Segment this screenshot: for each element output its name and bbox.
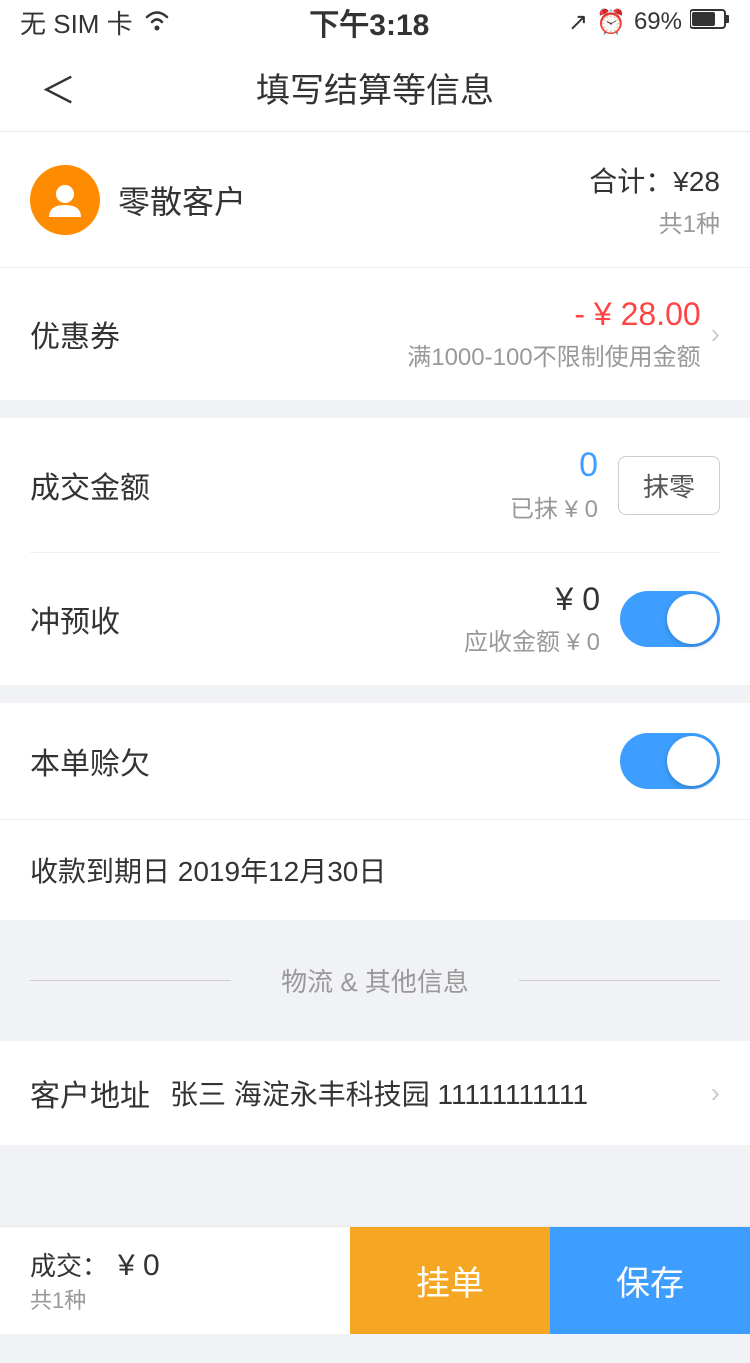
address-value: 张三 海淀永丰科技园 11111111111 bbox=[170, 1073, 711, 1113]
credit-toggle[interactable] bbox=[620, 733, 720, 789]
due-date-text: 收款到期日 2019年12月30日 bbox=[30, 856, 386, 887]
transaction-row: 成交金额 0 已抹 ¥ 0 抹零 bbox=[30, 418, 720, 553]
transaction-value-group: 0 已抹 ¥ 0 bbox=[510, 446, 598, 524]
coupon-row[interactable]: 优惠券 - ¥ 28.00 满1000-100不限制使用金额 › bbox=[0, 267, 750, 400]
coupon-chevron-icon: › bbox=[711, 318, 720, 350]
status-left: 无 SIM 卡 bbox=[20, 4, 171, 41]
hold-button[interactable]: 挂单 bbox=[350, 1227, 550, 1334]
footer-info: 成交： ¥ 0 共1种 bbox=[0, 1227, 350, 1334]
battery-icon bbox=[690, 8, 730, 37]
prepay-toggle[interactable] bbox=[620, 591, 720, 647]
nav-bar: ＜ 填写结算等信息 bbox=[0, 44, 750, 132]
credit-label: 本单赊欠 bbox=[30, 739, 150, 783]
coupon-right: - ¥ 28.00 满1000-100不限制使用金额 › bbox=[407, 296, 720, 372]
address-chevron-icon: › bbox=[711, 1077, 720, 1109]
no-sim-text: 无 SIM 卡 bbox=[20, 4, 133, 41]
amount-section: 成交金额 0 已抹 ¥ 0 抹零 冲预收 ¥ 0 应收金额 ¥ 0 bbox=[0, 418, 750, 685]
coupon-discount: - ¥ 28.00 bbox=[407, 296, 700, 333]
address-label: 客户地址 bbox=[30, 1071, 150, 1115]
transaction-label: 成交金额 bbox=[30, 463, 150, 507]
wifi-icon bbox=[143, 7, 171, 38]
prepay-toggle-knob bbox=[667, 594, 717, 644]
customer-name: 零散客户 bbox=[118, 177, 246, 223]
back-button[interactable]: ＜ bbox=[30, 52, 86, 124]
address-section: 客户地址 张三 海淀永丰科技园 11111111111 › bbox=[0, 1041, 750, 1145]
footer-amount: ¥ 0 bbox=[118, 1249, 160, 1283]
status-right: ↗ ⏰ 69% bbox=[568, 8, 730, 37]
round-button[interactable]: 抹零 bbox=[618, 456, 720, 515]
logistics-section: 物流 & 其他信息 bbox=[0, 938, 750, 1023]
customer-total: 合计：¥28 bbox=[589, 160, 720, 200]
customer-right: 合计：¥28 共1种 bbox=[589, 160, 720, 239]
customer-section: 零散客户 合计：¥28 共1种 优惠券 - ¥ 28.00 满1000-100不… bbox=[0, 132, 750, 400]
credit-row: 本单赊欠 bbox=[0, 703, 750, 820]
footer-count: 共1种 bbox=[30, 1283, 320, 1315]
footer: 成交： ¥ 0 共1种 挂单 保存 bbox=[0, 1226, 750, 1334]
logistics-line-left bbox=[30, 980, 231, 981]
footer-label: 成交： bbox=[30, 1246, 108, 1283]
alarm-icon: ⏰ bbox=[596, 8, 626, 37]
battery-text: 69% bbox=[634, 8, 682, 36]
save-button[interactable]: 保存 bbox=[550, 1227, 750, 1334]
nav-title: 填写结算等信息 bbox=[256, 63, 494, 112]
customer-row: 零散客户 合计：¥28 共1种 bbox=[0, 132, 750, 267]
coupon-content: - ¥ 28.00 满1000-100不限制使用金额 bbox=[407, 296, 700, 372]
prepay-value-group: ¥ 0 应收金额 ¥ 0 bbox=[464, 581, 600, 657]
status-bar: 无 SIM 卡 下午3:18 ↗ ⏰ 69% bbox=[0, 0, 750, 44]
logistics-text: 物流 & 其他信息 bbox=[281, 962, 469, 999]
prepay-label: 冲预收 bbox=[30, 597, 120, 641]
status-time: 下午3:18 bbox=[309, 0, 429, 44]
logistics-line-right bbox=[519, 980, 720, 981]
address-row[interactable]: 客户地址 张三 海淀永丰科技园 11111111111 › bbox=[0, 1041, 750, 1145]
transaction-right: 0 已抹 ¥ 0 抹零 bbox=[510, 446, 720, 524]
prepay-row: 冲预收 ¥ 0 应收金额 ¥ 0 bbox=[30, 553, 720, 685]
credit-toggle-knob bbox=[667, 736, 717, 786]
customer-count: 共1种 bbox=[589, 204, 720, 239]
transaction-sub: 已抹 ¥ 0 bbox=[510, 489, 598, 524]
due-date-row: 收款到期日 2019年12月30日 bbox=[0, 820, 750, 920]
prepay-value: ¥ 0 bbox=[464, 581, 600, 618]
transaction-value[interactable]: 0 bbox=[510, 446, 598, 485]
customer-left: 零散客户 bbox=[30, 165, 246, 235]
coupon-desc: 满1000-100不限制使用金额 bbox=[407, 337, 700, 372]
customer-avatar bbox=[30, 165, 100, 235]
prepay-right: ¥ 0 应收金额 ¥ 0 bbox=[464, 581, 720, 657]
prepay-sub: 应收金额 ¥ 0 bbox=[464, 622, 600, 657]
location-icon: ↗ bbox=[568, 8, 588, 37]
credit-section: 本单赊欠 收款到期日 2019年12月30日 bbox=[0, 703, 750, 920]
coupon-label: 优惠券 bbox=[30, 312, 120, 356]
